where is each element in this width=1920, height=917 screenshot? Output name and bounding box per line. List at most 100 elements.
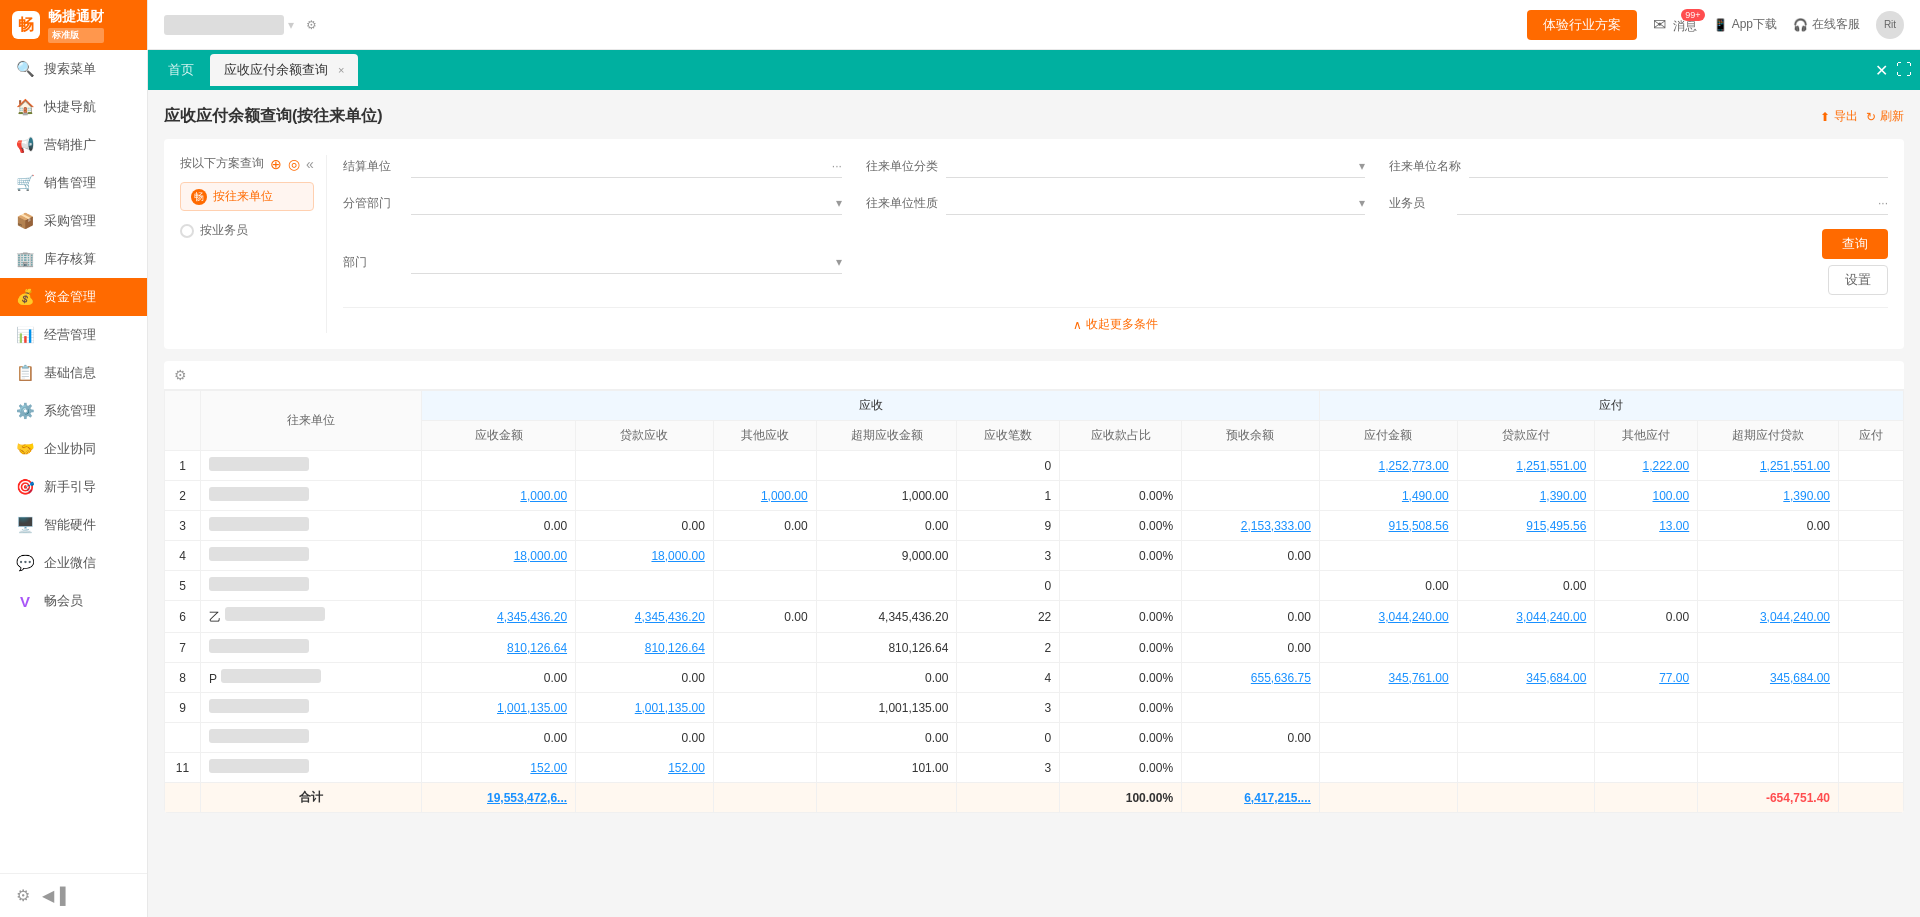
add-icon[interactable]: ⊕ <box>270 156 282 172</box>
radio-icon <box>180 224 194 238</box>
row-5-col-10[interactable]: 3,044,240.00 <box>1698 601 1839 633</box>
row-5-col-7[interactable]: 3,044,240.00 <box>1319 601 1457 633</box>
row-9-col-0: 0.00 <box>422 723 576 753</box>
table-scroll[interactable]: 往来单位 应收 应付 应收金额 贷款应收 其他应收 超期应收金额 应收笔数 应收… <box>164 390 1904 813</box>
message-badge: 99+ <box>1681 9 1704 21</box>
topbar-settings-icon[interactable]: ⚙ <box>306 18 317 32</box>
row-7-col-10[interactable]: 345,684.00 <box>1698 663 1839 693</box>
row-7-col-8[interactable]: 345,684.00 <box>1457 663 1595 693</box>
row-1-col-9[interactable]: 100.00 <box>1595 481 1698 511</box>
filter-label-wanglai-nature: 往来单位性质 <box>866 195 938 212</box>
row-9-col-2 <box>713 723 816 753</box>
col-ar-loan: 贷款应收 <box>576 421 714 451</box>
app-download-btn[interactable]: 📱 App下载 <box>1713 16 1777 33</box>
row-8-col-0[interactable]: 1,001,135.00 <box>422 693 576 723</box>
row-0-col-9[interactable]: 1,222.00 <box>1595 451 1698 481</box>
col-ar-other: 其他应收 <box>713 421 816 451</box>
sidebar-item-sales[interactable]: 🛒 销售管理 <box>0 164 147 202</box>
chevron-fenguan[interactable]: ▾ <box>836 196 842 210</box>
sidebar-item-guide[interactable]: 🎯 新手引导 <box>0 468 147 506</box>
filter-collapse-icon[interactable]: « <box>306 156 314 172</box>
sidebar-item-operations[interactable]: 📊 经营管理 <box>0 316 147 354</box>
export-btn[interactable]: ⬆ 导出 <box>1820 108 1858 125</box>
sidebar-item-marketing[interactable]: 📢 营销推广 <box>0 126 147 164</box>
filter-scheme-by-unit[interactable]: 畅 按往来单位 <box>180 182 314 211</box>
sidebar-item-finance[interactable]: 💰 资金管理 <box>0 278 147 316</box>
row-1-col-0[interactable]: 1,000.00 <box>422 481 576 511</box>
row-8-col-7 <box>1319 693 1457 723</box>
total-advance[interactable]: 6,417,215.... <box>1182 783 1320 813</box>
row-1-col-10[interactable]: 1,390.00 <box>1698 481 1839 511</box>
sidebar-settings-icon[interactable]: ⚙ <box>16 886 30 905</box>
sidebar-item-system[interactable]: ⚙️ 系统管理 <box>0 392 147 430</box>
table-settings-icon[interactable]: ⚙ <box>174 367 187 383</box>
service-btn[interactable]: 🎧 在线客服 <box>1793 16 1860 33</box>
sidebar-item-basic-info[interactable]: 📋 基础信息 <box>0 354 147 392</box>
row-5-col-1[interactable]: 4,345,436.20 <box>576 601 714 633</box>
row-3-col-1[interactable]: 18,000.00 <box>576 541 714 571</box>
basic-info-icon: 📋 <box>16 364 34 382</box>
chevron-dept[interactable]: ▾ <box>836 255 842 269</box>
ellipsis-jiesuan[interactable]: ··· <box>832 159 842 173</box>
tabbar-close-icon[interactable]: ✕ <box>1875 61 1888 80</box>
tab-home[interactable]: 首页 <box>156 54 206 86</box>
row-2-col-8[interactable]: 915,495.56 <box>1457 511 1595 541</box>
sidebar-item-search[interactable]: 🔍 搜索菜单 <box>0 50 147 88</box>
row-6-col-1[interactable]: 810,126.64 <box>576 633 714 663</box>
sidebar-collapse-icon[interactable]: ◀▐ <box>42 886 65 905</box>
tab-ar-balance[interactable]: 应收应付余额查询 × <box>210 54 358 86</box>
tab-close-icon[interactable]: × <box>338 64 344 76</box>
row-10-col-0[interactable]: 152.00 <box>422 753 576 783</box>
sidebar-item-purchase[interactable]: 📦 采购管理 <box>0 202 147 240</box>
row-0-col-10[interactable]: 1,251,551.00 <box>1698 451 1839 481</box>
row-1-col-7[interactable]: 1,490.00 <box>1319 481 1457 511</box>
row-1-col-2[interactable]: 1,000.00 <box>713 481 816 511</box>
row-5-col-11 <box>1839 601 1904 633</box>
row-2-col-9[interactable]: 13.00 <box>1595 511 1698 541</box>
chevron-wanglai-cat[interactable]: ▾ <box>1359 159 1365 173</box>
sidebar-item-hardware[interactable]: 🖥️ 智能硬件 <box>0 506 147 544</box>
row-7-col-7[interactable]: 345,761.00 <box>1319 663 1457 693</box>
col-ap-amount: 应付金额 <box>1319 421 1457 451</box>
user-avatar[interactable]: Rit <box>1876 11 1904 39</box>
chevron-wanglai-nature[interactable]: ▾ <box>1359 196 1365 210</box>
sidebar-item-enterprise[interactable]: 🤝 企业协同 <box>0 430 147 468</box>
table-row: 0.000.000.0000.00%0.00 <box>165 723 1904 753</box>
sidebar-item-member[interactable]: V 畅会员 <box>0 582 147 620</box>
tabbar-expand-icon[interactable]: ⛶ <box>1896 61 1912 79</box>
row-10-col-1[interactable]: 152.00 <box>576 753 714 783</box>
row-7-col-11 <box>1839 663 1904 693</box>
row-7-col-9[interactable]: 77.00 <box>1595 663 1698 693</box>
setting-btn[interactable]: 设置 <box>1828 265 1888 295</box>
row-6-col-0[interactable]: 810,126.64 <box>422 633 576 663</box>
filter-row-fenguan: 分管部门 ▾ <box>343 192 842 215</box>
refresh-btn[interactable]: ↻ 刷新 <box>1866 108 1904 125</box>
wanglai-name-input[interactable] <box>1469 155 1888 178</box>
row-0-col-7[interactable]: 1,252,773.00 <box>1319 451 1457 481</box>
row-4-col-8: 0.00 <box>1457 571 1595 601</box>
sidebar-item-wechat[interactable]: 💬 企业微信 <box>0 544 147 582</box>
query-btn[interactable]: 查询 <box>1822 229 1888 259</box>
collapse-btn[interactable]: ∧ 收起更多条件 <box>343 307 1888 333</box>
row-2-col-7[interactable]: 915,508.56 <box>1319 511 1457 541</box>
message-icon-wrapper[interactable]: ✉ 99+ 消息 <box>1653 15 1696 35</box>
row-1-col-1 <box>576 481 714 511</box>
hardware-icon: 🖥️ <box>16 516 34 534</box>
row-3-col-0[interactable]: 18,000.00 <box>422 541 576 571</box>
row-7-col-6[interactable]: 655,636.75 <box>1182 663 1320 693</box>
row-1-col-8[interactable]: 1,390.00 <box>1457 481 1595 511</box>
total-ar[interactable]: 19,553,472,6... <box>422 783 576 813</box>
filter-scheme-by-salesman[interactable]: 按业务员 <box>180 217 314 244</box>
row-0-col-8[interactable]: 1,251,551.00 <box>1457 451 1595 481</box>
sidebar-item-quick-nav[interactable]: 🏠 快捷导航 <box>0 88 147 126</box>
filter-settings-icon[interactable]: ◎ <box>288 156 300 172</box>
row-5-col-0[interactable]: 4,345,436.20 <box>422 601 576 633</box>
solution-btn[interactable]: 体验行业方案 <box>1527 10 1637 40</box>
row-2-col-6[interactable]: 2,153,333.00 <box>1182 511 1320 541</box>
sidebar-item-inventory[interactable]: 🏢 库存核算 <box>0 240 147 278</box>
row-8-col-1[interactable]: 1,001,135.00 <box>576 693 714 723</box>
ellipsis-salesman[interactable]: ··· <box>1878 196 1888 210</box>
export-icon: ⬆ <box>1820 110 1830 124</box>
sidebar-item-purchase-label: 采购管理 <box>44 212 96 230</box>
row-5-col-8[interactable]: 3,044,240.00 <box>1457 601 1595 633</box>
